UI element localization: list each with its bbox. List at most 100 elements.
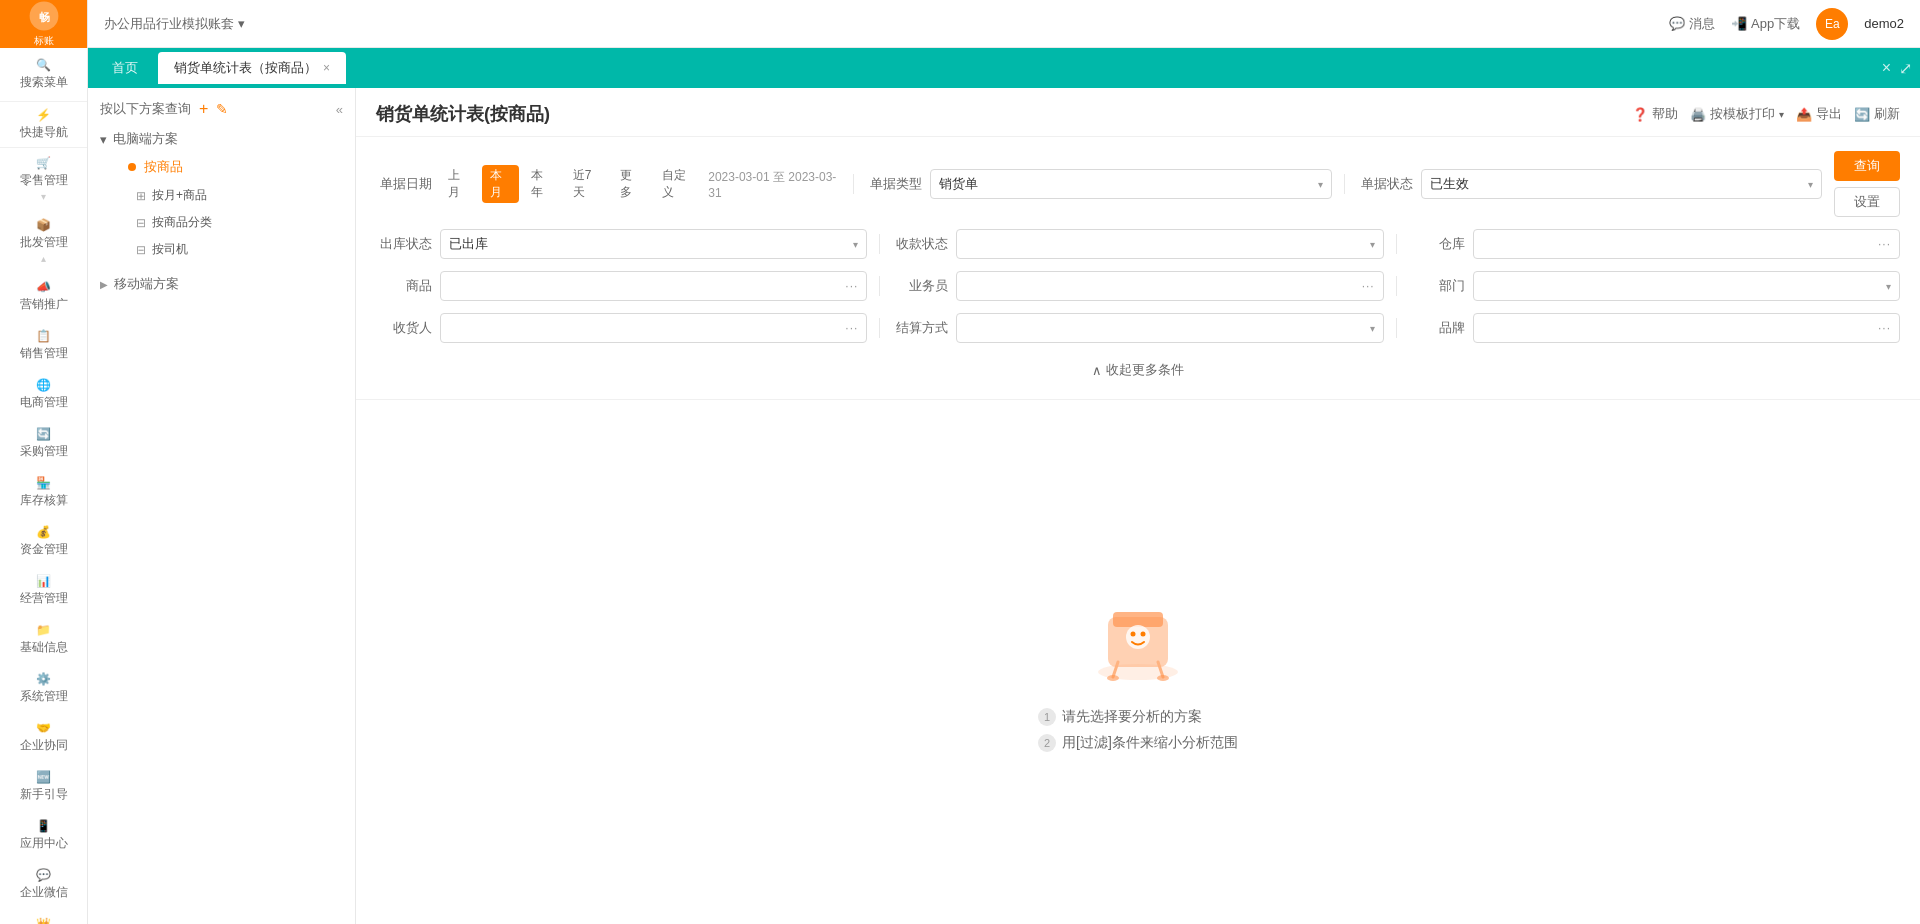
app-download-button[interactable]: 📲 App下载 [1731, 15, 1800, 33]
brand-input[interactable]: ··· [1473, 313, 1900, 343]
refresh-button[interactable]: 🔄 刷新 [1854, 105, 1900, 123]
edit-scheme-button[interactable]: ✎ [216, 101, 228, 117]
doc-status-select[interactable]: 已生效 ▾ [1421, 169, 1822, 199]
app-center-icon: 📱 [36, 819, 51, 833]
collapse-panel-button[interactable]: « [336, 102, 343, 117]
scheme-by-category-label: 按商品分类 [152, 214, 212, 231]
new-guide-item[interactable]: 🆕 新手引导 [0, 762, 87, 811]
warehouse-label: 仓库 [1409, 235, 1465, 253]
collect-status-select[interactable]: ▾ [956, 229, 1383, 259]
add-scheme-button[interactable]: + [199, 100, 208, 118]
date-tab-last-month[interactable]: 上月 [440, 165, 478, 203]
mobile-scheme-title[interactable]: ▶ 移动端方案 [88, 271, 355, 297]
procurement-item[interactable]: 🔄 采购管理 [0, 419, 87, 468]
member-item[interactable]: 👑 畅会员 [0, 909, 87, 924]
avatar[interactable]: Ea [1816, 8, 1848, 40]
breadcrumb-dropdown-icon[interactable]: ▾ [238, 16, 245, 31]
print-dropdown-icon[interactable]: ▾ [1779, 109, 1784, 120]
goods-filter: 商品 ··· [376, 271, 867, 301]
ecommerce-icon: 🌐 [36, 378, 51, 392]
help-label: 帮助 [1652, 105, 1678, 123]
svg-text:畅: 畅 [38, 11, 49, 23]
payment-select[interactable]: ▾ [956, 313, 1383, 343]
message-button[interactable]: 💬 消息 [1669, 15, 1715, 33]
staff-input[interactable]: ··· [956, 271, 1383, 301]
pc-scheme-title[interactable]: ▾ 电脑端方案 [100, 126, 343, 152]
help-button[interactable]: ❓ 帮助 [1632, 105, 1678, 123]
basic-info-item[interactable]: 📁 基础信息 [0, 615, 87, 664]
operations-icon: 📊 [36, 574, 51, 588]
inventory-item[interactable]: 🏪 库存核算 [0, 468, 87, 517]
enterprise-wechat-item[interactable]: 💬 企业微信 [0, 860, 87, 909]
scheme-by-category[interactable]: ⊟ 按商品分类 [100, 209, 343, 236]
doc-type-select[interactable]: 销货单 ▾ [930, 169, 1331, 199]
date-tab-custom[interactable]: 自定义 [654, 165, 702, 203]
finance-item[interactable]: 💰 资金管理 [0, 517, 87, 566]
collapse-more-button[interactable]: ∧ 收起更多条件 [376, 355, 1900, 385]
tab-close-button[interactable]: × [323, 61, 330, 75]
date-tab-this-month[interactable]: 本月 [482, 165, 520, 203]
scheme-by-month-label: 按月+商品 [152, 187, 207, 204]
active-dot [128, 163, 136, 171]
marketing-label: 营销推广 [20, 296, 68, 313]
date-tab-this-year[interactable]: 本年 [523, 165, 561, 203]
out-status-select[interactable]: 已出库 ▾ [440, 229, 867, 259]
quick-nav-item[interactable]: ⚡ 快捷导航 [0, 102, 87, 148]
department-select[interactable]: ▾ [1473, 271, 1900, 301]
wholesale-label: 批发管理 [20, 234, 68, 251]
logo-icon: 畅 [26, 0, 62, 32]
tip-text-1: 请先选择要分析的方案 [1062, 708, 1202, 726]
empty-illustration [1078, 572, 1198, 692]
enterprise-collab-item[interactable]: 🤝 企业协同 [0, 713, 87, 762]
pc-scheme-arrow: ▾ [100, 132, 107, 147]
home-tab-label: 首页 [112, 59, 138, 77]
sales-stats-tab-label: 销货单统计表（按商品） [174, 59, 317, 77]
search-icon: 🔍 [36, 58, 51, 72]
system-settings-item[interactable]: ⚙️ 系统管理 [0, 664, 87, 713]
payment-label: 结算方式 [892, 319, 948, 337]
scheme-by-month-goods[interactable]: ⊞ 按月+商品 [100, 182, 343, 209]
date-tab-last-7days[interactable]: 近7天 [565, 165, 609, 203]
finance-icon: 💰 [36, 525, 51, 539]
tab-sales-stats[interactable]: 销货单统计表（按商品） × [158, 52, 346, 84]
department-filter: 部门 ▾ [1409, 271, 1900, 301]
receiver-input[interactable]: ··· [440, 313, 867, 343]
member-icon: 👑 [36, 917, 51, 924]
sales-management-item[interactable]: 📋 销售管理 [0, 321, 87, 370]
tab-home[interactable]: 首页 [96, 52, 154, 84]
scheme-by-cashier[interactable]: ⊟ 按司机 [100, 236, 343, 263]
divider-6 [1396, 276, 1397, 296]
goods-input[interactable]: ··· [440, 271, 867, 301]
marketing-item[interactable]: 📣 营销推广 [0, 272, 87, 321]
left-panel-title: 按以下方案查询 [100, 100, 191, 118]
doc-status-value: 已生效 [1430, 175, 1469, 193]
date-label: 单据日期 [376, 175, 432, 193]
filter-row-1: 单据日期 上月 本月 本年 近7天 更多 自定义 2023-03-01 至 20… [376, 151, 1900, 217]
wholesale-management-item[interactable]: 📦 批发管理 ▴ [0, 210, 87, 272]
date-tab-more[interactable]: 更多 [612, 165, 650, 203]
topbar: 办公用品行业模拟账套 ▾ 💬 消息 📲 App下载 Ea demo2 [88, 0, 1920, 48]
app-center-item[interactable]: 📱 应用中心 [0, 811, 87, 860]
sales-icon: 📋 [36, 329, 51, 343]
message-icon: 💬 [1669, 16, 1685, 31]
warehouse-input[interactable]: ··· [1473, 229, 1900, 259]
retail-management-item[interactable]: 🛒 零售管理 ▾ [0, 148, 87, 210]
wechat-label: 企业微信 [20, 884, 68, 901]
query-button[interactable]: 查询 [1834, 151, 1900, 181]
scheme-by-cashier-label: 按司机 [152, 241, 188, 258]
search-menu-item[interactable]: 🔍 搜索菜单 [0, 48, 87, 102]
export-button[interactable]: 📤 导出 [1796, 105, 1842, 123]
close-window-button[interactable]: × [1882, 59, 1891, 77]
date-tabs: 上月 本月 本年 近7天 更多 自定义 [440, 165, 702, 203]
inventory-label: 库存核算 [20, 492, 68, 509]
export-label: 导出 [1816, 105, 1842, 123]
ecommerce-item[interactable]: 🌐 电商管理 [0, 370, 87, 419]
brand-dots: ··· [1878, 321, 1891, 335]
setting-button[interactable]: 设置 [1834, 187, 1900, 217]
empty-tip-2: 2 用[过滤]条件来缩小分析范围 [1038, 734, 1238, 752]
operations-item[interactable]: 📊 经营管理 [0, 566, 87, 615]
print-button[interactable]: 🖨️ 按模板打印 ▾ [1690, 105, 1784, 123]
svg-point-7 [1141, 632, 1146, 637]
scheme-by-goods[interactable]: 按商品 [100, 152, 343, 182]
maximize-window-button[interactable]: ⤢ [1899, 59, 1912, 78]
